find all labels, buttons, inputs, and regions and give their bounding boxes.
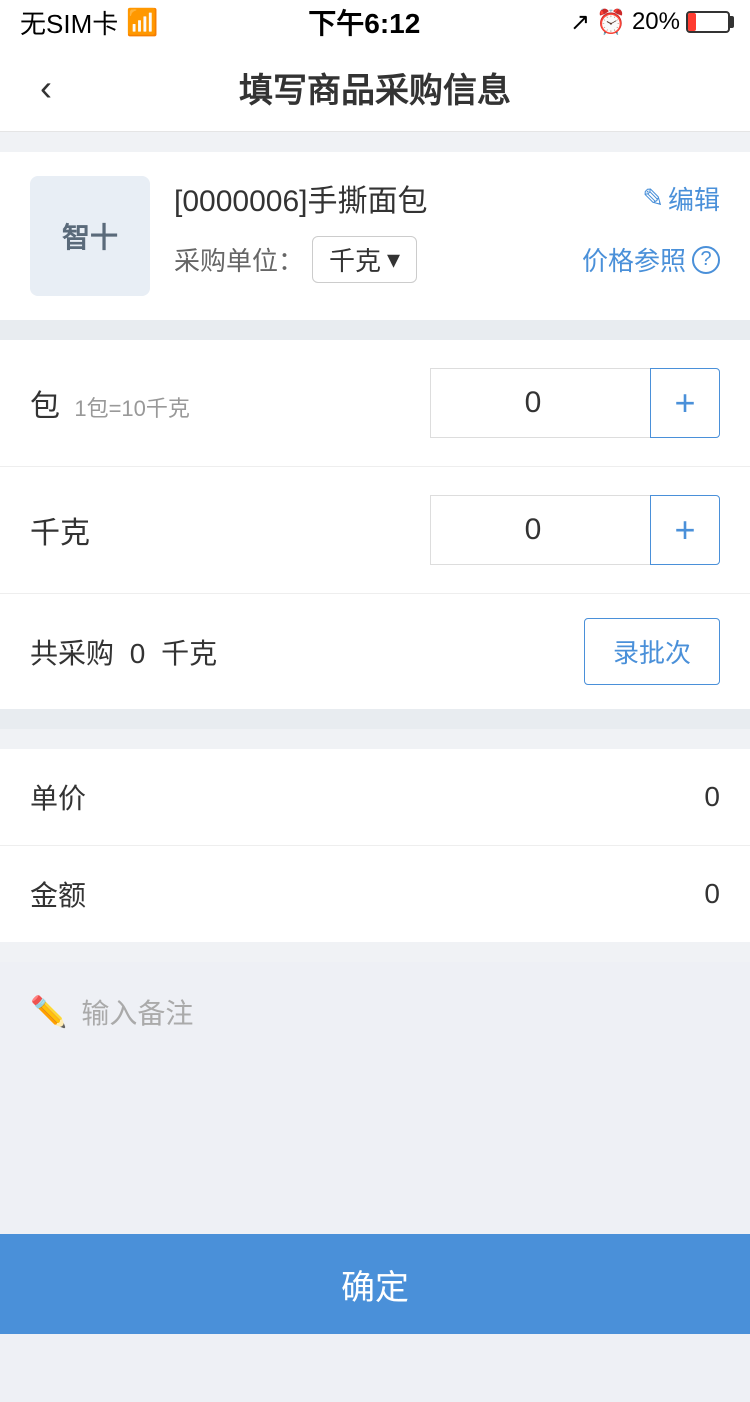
- unit-price-row: 单价 0: [0, 749, 750, 846]
- status-time: 下午6:12: [308, 2, 420, 42]
- total-row: 共采购 0 千克 录批次: [0, 594, 750, 709]
- status-left: 无SIM卡 📶: [20, 4, 159, 41]
- quantity-input-wrap-kg: +: [170, 495, 720, 565]
- product-card: 智十 [0000006]手撕面包 ✎ 编辑 采购单位： 千克 ▾ 价格参照 ?: [0, 152, 750, 320]
- chevron-down-icon: ▾: [387, 244, 400, 275]
- quantity-row-bag: 包 1包=10千克 +: [0, 340, 750, 467]
- product-info: [0000006]手撕面包 ✎ 编辑 采购单位： 千克 ▾ 价格参照 ?: [174, 176, 720, 283]
- product-image: 智十: [30, 176, 150, 296]
- unit-select[interactable]: 千克 ▾: [312, 236, 417, 283]
- price-ref-button[interactable]: 价格参照 ?: [582, 241, 720, 278]
- price-ref-label: 价格参照: [582, 241, 686, 278]
- wifi-icon: 📶: [126, 7, 158, 38]
- quantity-input-wrap-bag: +: [190, 368, 720, 438]
- unit-label: 采购单位：: [174, 241, 304, 278]
- total-summary: 共采购 0 千克: [30, 632, 217, 672]
- info-icon: ?: [692, 246, 720, 274]
- product-header: [0000006]手撕面包 ✎ 编辑: [174, 176, 720, 220]
- nav-bar: ‹ 填写商品采购信息: [0, 44, 750, 132]
- quantity-plus-kg[interactable]: +: [650, 495, 720, 565]
- product-name: [0000006]手撕面包: [174, 176, 427, 220]
- divider-2: [0, 709, 750, 729]
- quantity-plus-bag[interactable]: +: [650, 368, 720, 438]
- amount-row: 金额 0: [0, 846, 750, 942]
- battery-icon: [686, 11, 730, 33]
- amount-value: 0: [704, 878, 720, 910]
- quantity-input-kg[interactable]: [430, 495, 650, 565]
- page-title: 填写商品采购信息: [239, 63, 511, 112]
- status-bar: 无SIM卡 📶 下午6:12 ↗ ⏰ 20%: [0, 0, 750, 44]
- unit-price-value: 0: [704, 781, 720, 813]
- quantity-section: 包 1包=10千克 + 千克 +: [0, 340, 750, 594]
- quantity-label-bag: 包 1包=10千克: [30, 381, 190, 425]
- product-logo: 智十: [62, 216, 118, 256]
- back-button[interactable]: ‹: [30, 57, 62, 119]
- status-right: ↗ ⏰ 20%: [570, 8, 730, 37]
- alarm-icon: ⏰: [596, 8, 626, 37]
- unit-price-label: 单价: [30, 777, 86, 817]
- remark-placeholder: 输入备注: [81, 992, 193, 1032]
- battery-percent: 20%: [632, 8, 680, 36]
- pencil-icon: ✏️: [30, 995, 67, 1030]
- quantity-input-bag[interactable]: [430, 368, 650, 438]
- total-label: 共采购: [30, 638, 114, 669]
- product-unit-row: 采购单位： 千克 ▾ 价格参照 ?: [174, 236, 720, 283]
- content-filler: [0, 1062, 750, 1402]
- edit-label: 编辑: [668, 180, 720, 217]
- edit-button[interactable]: ✎ 编辑: [642, 180, 720, 217]
- amount-label: 金额: [30, 874, 86, 914]
- quantity-label-kg: 千克: [30, 508, 170, 552]
- location-icon: ↗: [570, 8, 590, 37]
- unit-value: 千克: [329, 241, 381, 278]
- carrier-text: 无SIM卡: [20, 4, 118, 41]
- quantity-row-kg: 千克 +: [0, 467, 750, 594]
- total-unit: 千克: [161, 638, 217, 669]
- divider-1: [0, 320, 750, 340]
- quantity-sub-bag: 1包=10千克: [74, 396, 190, 421]
- unit-area: 采购单位： 千克 ▾: [174, 236, 417, 283]
- price-section: 单价 0 金额 0: [0, 749, 750, 942]
- confirm-button[interactable]: 确定: [0, 1234, 750, 1334]
- record-batch-button[interactable]: 录批次: [584, 618, 720, 685]
- edit-icon: ✎: [642, 183, 664, 214]
- remark-section[interactable]: ✏️ 输入备注: [0, 962, 750, 1062]
- total-value: 0: [130, 638, 146, 669]
